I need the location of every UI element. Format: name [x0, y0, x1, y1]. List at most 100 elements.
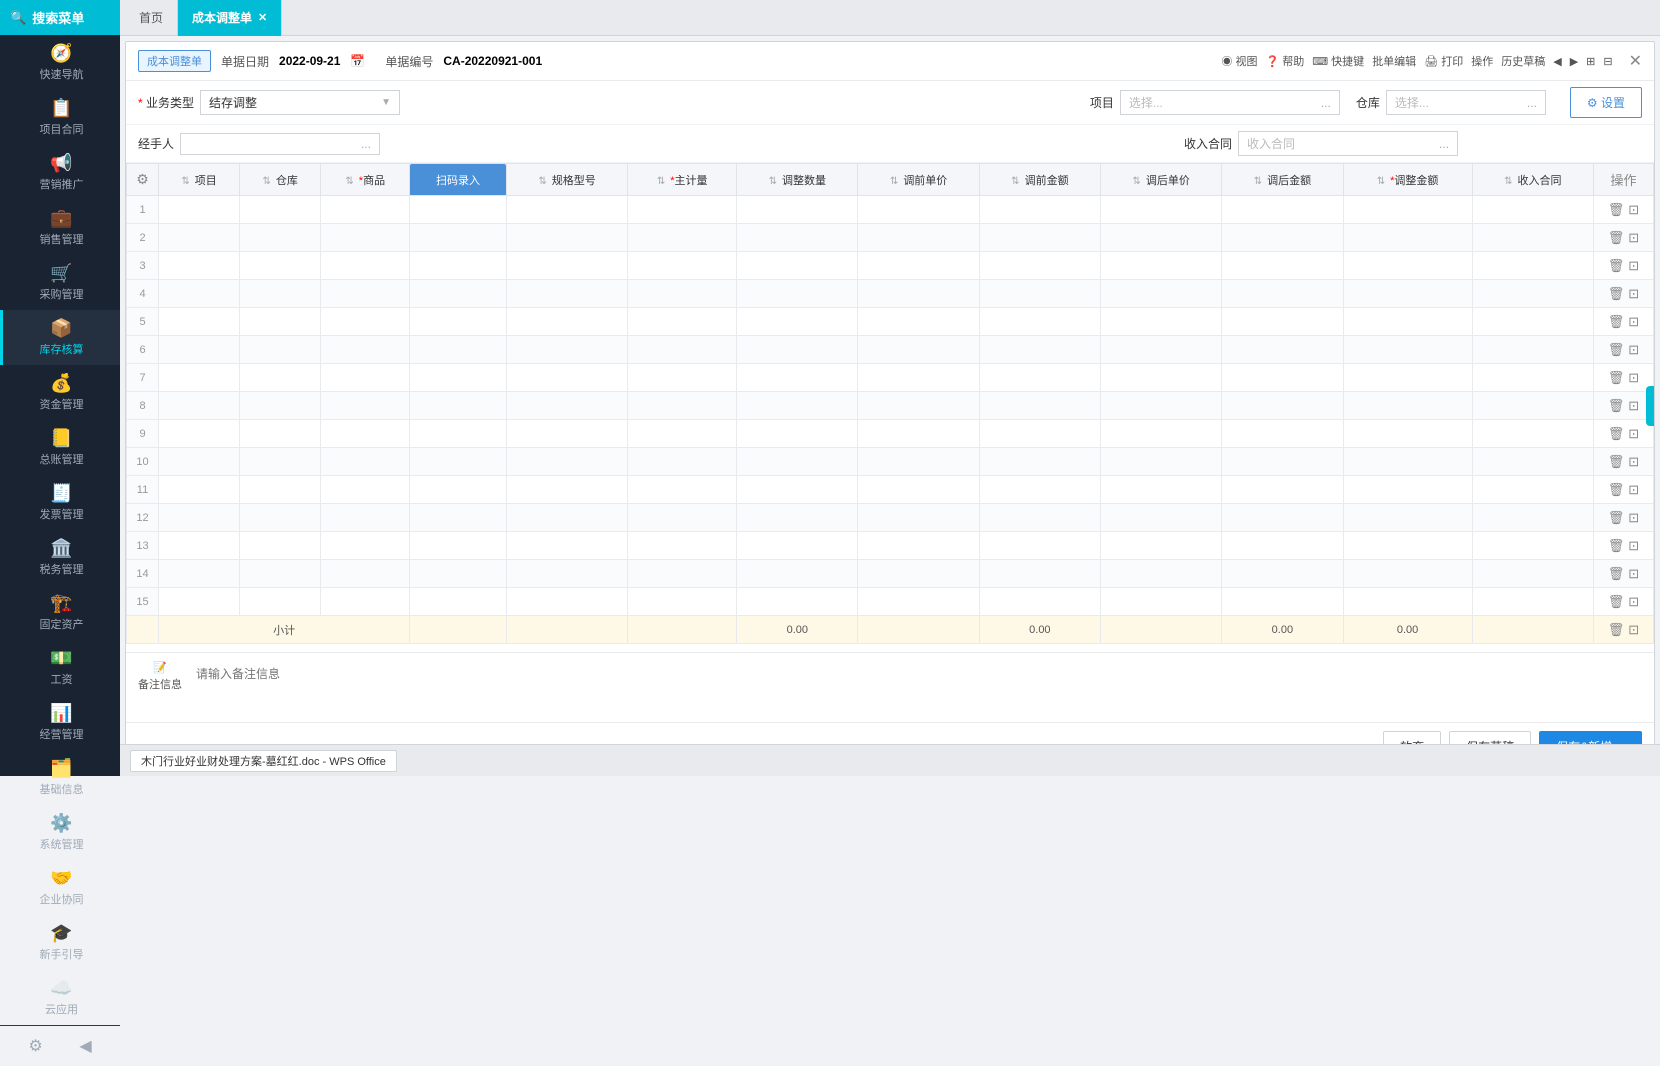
cell-after-unit-price[interactable] [1100, 252, 1221, 280]
cell-after-amount[interactable] [1222, 392, 1343, 420]
cell-goods[interactable] [321, 252, 410, 280]
cell-after-unit-price[interactable] [1100, 476, 1221, 504]
cell-warehouse[interactable] [240, 588, 321, 616]
cell-project[interactable] [159, 252, 240, 280]
sidebar-item-ops-mgmt[interactable]: 📊 经营管理 [0, 695, 120, 750]
sort-icon[interactable]: ⇅ [1254, 176, 1262, 187]
cell-scan[interactable] [410, 504, 507, 532]
copy-icon[interactable]: ⊡ [1628, 230, 1639, 245]
delete-icon[interactable]: 🗑 [1608, 314, 1625, 329]
print-btn[interactable]: 🖨 打印 [1424, 53, 1463, 69]
cell-adjust-qty[interactable] [737, 280, 858, 308]
cell-adjust-amount[interactable] [1343, 588, 1472, 616]
copy-icon[interactable]: ⊡ [1628, 538, 1639, 553]
cell-adjust-qty[interactable] [737, 532, 858, 560]
cell-adjust-amount[interactable] [1343, 224, 1472, 252]
cell-warehouse[interactable] [240, 196, 321, 224]
delete-icon[interactable]: 🗑 [1608, 510, 1625, 525]
cell-adjust-qty[interactable] [737, 560, 858, 588]
sidebar-item-enterprise[interactable]: 🤝 企业协同 [0, 860, 120, 915]
cell-scan[interactable] [410, 588, 507, 616]
cell-spec[interactable] [506, 364, 627, 392]
cell-after-amount[interactable] [1222, 196, 1343, 224]
cell-spec[interactable] [506, 280, 627, 308]
cell-adjust-qty[interactable] [737, 364, 858, 392]
cell-unit[interactable] [628, 420, 737, 448]
sidebar-item-tax-mgmt[interactable]: 🏛️ 税务管理 [0, 530, 120, 585]
cell-adjust-qty[interactable] [737, 392, 858, 420]
delete-icon[interactable]: 🗑 [1608, 426, 1625, 441]
tab-home[interactable]: 首页 [125, 0, 178, 36]
cell-income-contract[interactable] [1472, 196, 1593, 224]
cell-scan[interactable] [410, 196, 507, 224]
cell-after-amount[interactable] [1222, 252, 1343, 280]
delete-icon[interactable]: 🗑 [1608, 230, 1625, 245]
cell-after-amount[interactable] [1222, 504, 1343, 532]
cell-project[interactable] [159, 532, 240, 560]
cell-prev-amount[interactable] [979, 588, 1100, 616]
cell-project[interactable] [159, 336, 240, 364]
cell-adjust-amount[interactable] [1343, 364, 1472, 392]
cell-goods[interactable] [321, 448, 410, 476]
cell-scan[interactable] [410, 420, 507, 448]
copy-icon[interactable]: ⊡ [1628, 342, 1639, 357]
settings-btn[interactable]: ⚙ 设置 [1570, 87, 1642, 118]
cell-adjust-qty[interactable] [737, 224, 858, 252]
cell-prev-unit-price[interactable] [858, 532, 979, 560]
cell-after-unit-price[interactable] [1100, 224, 1221, 252]
cell-income-contract[interactable] [1472, 532, 1593, 560]
cell-project[interactable] [159, 448, 240, 476]
cell-goods[interactable] [321, 308, 410, 336]
cell-adjust-qty[interactable] [737, 504, 858, 532]
cell-adjust-qty[interactable] [737, 420, 858, 448]
shortcut-btn[interactable]: ⌨ 快捷键 [1312, 53, 1364, 69]
sidebar-item-finance-mgmt[interactable]: 💰 资金管理 [0, 365, 120, 420]
sidebar-item-new-guide[interactable]: 🎓 新手引导 [0, 915, 120, 970]
copy-icon[interactable]: ⊡ [1628, 454, 1639, 469]
cell-goods[interactable] [321, 196, 410, 224]
cell-goods[interactable] [321, 280, 410, 308]
copy-icon[interactable]: ⊡ [1628, 426, 1639, 441]
cell-adjust-qty[interactable] [737, 476, 858, 504]
cell-goods[interactable] [321, 392, 410, 420]
cell-goods[interactable] [321, 560, 410, 588]
cell-spec[interactable] [506, 588, 627, 616]
cell-prev-unit-price[interactable] [858, 196, 979, 224]
sort-icon[interactable]: ⇅ [345, 176, 353, 187]
cell-spec[interactable] [506, 196, 627, 224]
actions-btn[interactable]: 操作 [1471, 53, 1493, 69]
cell-unit[interactable] [628, 476, 737, 504]
delete-icon[interactable]: 🗑 [1608, 258, 1625, 273]
cell-income-contract[interactable] [1472, 224, 1593, 252]
cell-after-unit-price[interactable] [1100, 308, 1221, 336]
cell-adjust-amount[interactable] [1343, 560, 1472, 588]
cell-income-contract[interactable] [1472, 476, 1593, 504]
notes-input[interactable] [192, 661, 1642, 697]
cell-after-unit-price[interactable] [1100, 364, 1221, 392]
cell-unit[interactable] [628, 532, 737, 560]
cell-scan[interactable] [410, 336, 507, 364]
cell-spec[interactable] [506, 504, 627, 532]
cell-scan[interactable] [410, 252, 507, 280]
taskbar-item[interactable]: 木门行业好业财处理方案-墓红红.doc - WPS Office [130, 750, 397, 772]
cell-prev-unit-price[interactable] [858, 392, 979, 420]
copy-icon[interactable]: ⊡ [1628, 594, 1639, 609]
cell-warehouse[interactable] [240, 448, 321, 476]
cell-prev-unit-price[interactable] [858, 224, 979, 252]
cell-after-unit-price[interactable] [1100, 504, 1221, 532]
delete-icon[interactable]: 🗑 [1608, 342, 1625, 357]
cell-adjust-amount[interactable] [1343, 392, 1472, 420]
cell-adjust-amount[interactable] [1343, 308, 1472, 336]
delete-icon[interactable]: 🗑 [1608, 538, 1625, 553]
cell-prev-amount[interactable] [979, 196, 1100, 224]
sidebar-item-quick-nav[interactable]: 🧭 快速导航 [0, 35, 120, 90]
cell-unit[interactable] [628, 448, 737, 476]
cell-prev-amount[interactable] [979, 308, 1100, 336]
cell-warehouse[interactable] [240, 308, 321, 336]
cell-after-amount[interactable] [1222, 448, 1343, 476]
cell-after-amount[interactable] [1222, 336, 1343, 364]
cell-warehouse[interactable] [240, 252, 321, 280]
cell-goods[interactable] [321, 588, 410, 616]
delete-icon[interactable]: 🗑 [1608, 566, 1625, 581]
cell-scan[interactable] [410, 280, 507, 308]
